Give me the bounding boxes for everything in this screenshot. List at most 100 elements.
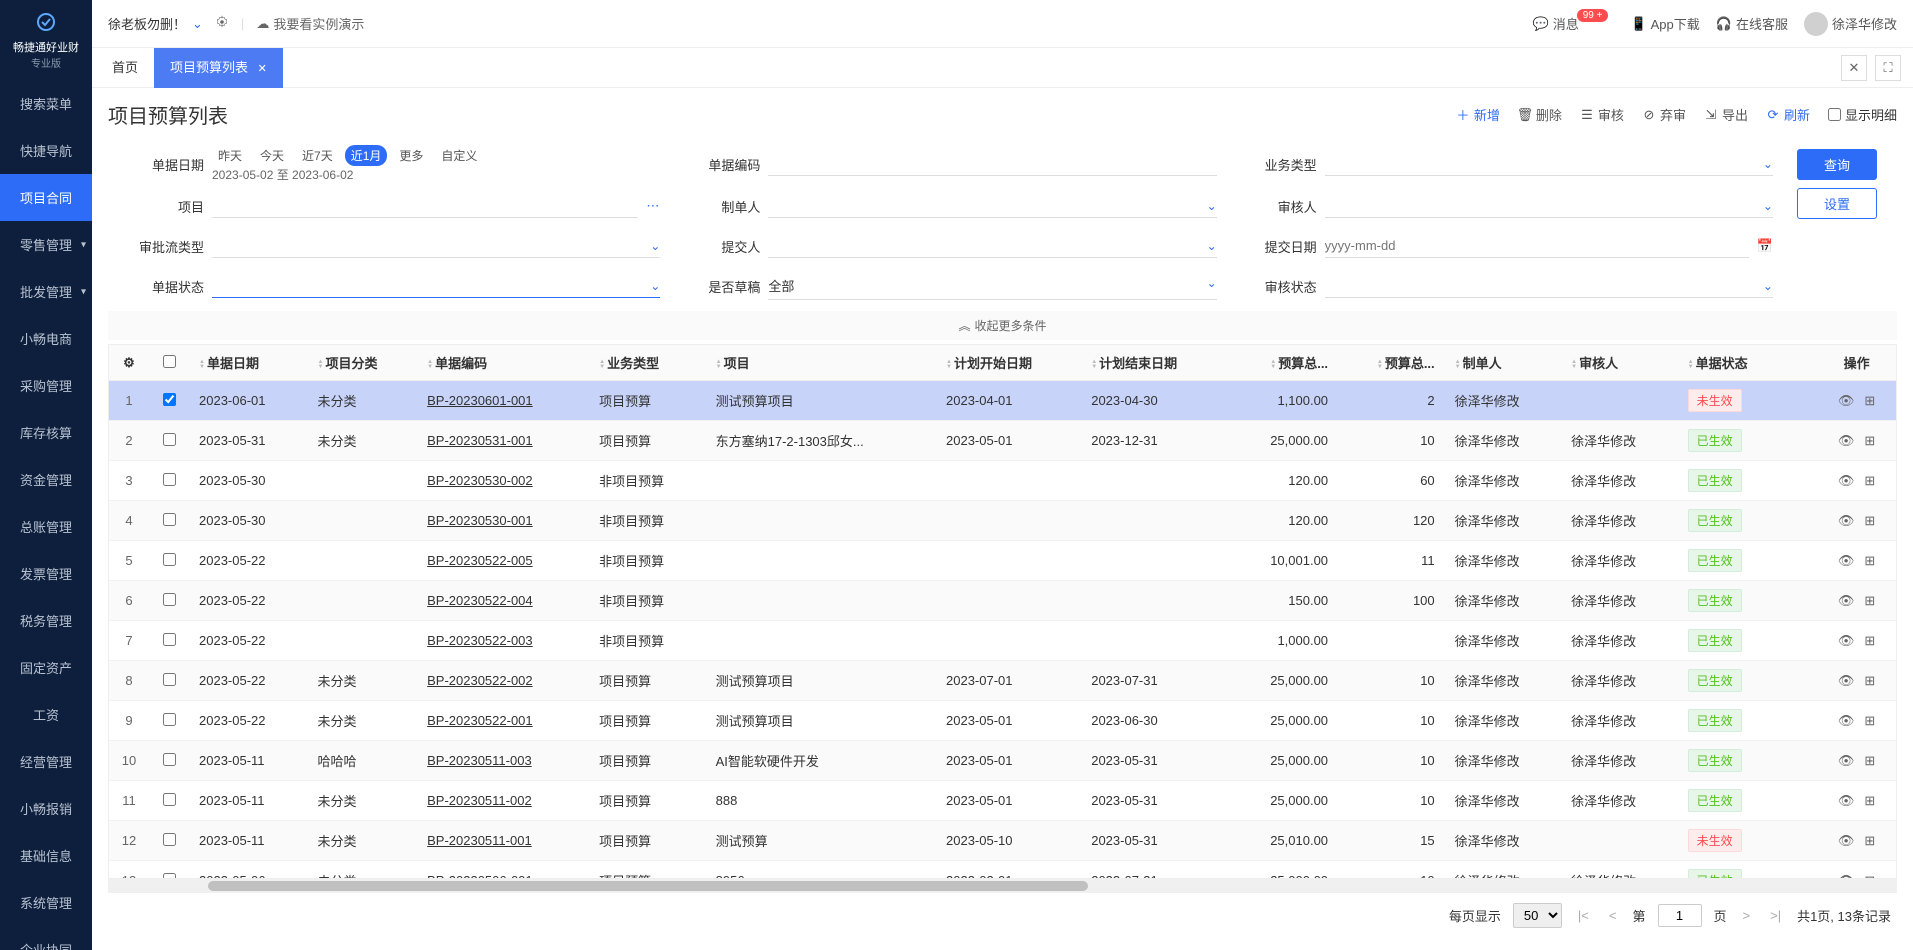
sidebar-item-5[interactable]: 库存核算 [0, 409, 92, 456]
date-chip-0[interactable]: 昨天 [212, 145, 248, 166]
fullscreen-icon[interactable]: ⛶ [1875, 55, 1901, 81]
col-header-8[interactable]: ▲▼预算总... [1338, 345, 1445, 381]
sidebar-item-16[interactable]: 企业协同 [0, 926, 92, 950]
table-row[interactable]: 92023-05-22未分类BP-20230522-001项目预算测试预算项目2… [109, 701, 1896, 741]
view-icon[interactable]: 👁 [1838, 793, 1855, 809]
sidebar-item-7[interactable]: 总账管理 [0, 503, 92, 550]
sidebar-item-0[interactable]: 项目合同 [0, 174, 92, 221]
first-page-icon[interactable]: |< [1574, 908, 1593, 923]
biztype-select[interactable]: ⌄ [1325, 153, 1773, 176]
col-header-6[interactable]: ▲▼计划结束日期 [1081, 345, 1226, 381]
next-page-icon[interactable]: > [1739, 908, 1755, 923]
table-row[interactable]: 12023-06-01未分类BP-20230601-001项目预算测试预算项目2… [109, 381, 1896, 421]
user-menu[interactable]: 徐泽华修改 [1804, 12, 1897, 36]
table-row[interactable]: 22023-05-31未分类BP-20230531-001项目预算东方塞纳17-… [109, 421, 1896, 461]
view-icon[interactable]: 👁 [1838, 673, 1855, 689]
doc-code-link[interactable]: BP-20230511-002 [427, 793, 532, 808]
messages-button[interactable]: 💬 消息 99 + [1533, 14, 1615, 33]
table-row[interactable]: 52023-05-22BP-20230522-005非项目预算10,001.00… [109, 541, 1896, 581]
add-button[interactable]: ＋新增 [1456, 105, 1500, 124]
doc-code-link[interactable]: BP-20230522-001 [427, 713, 533, 728]
col-header-1[interactable]: ▲▼项目分类 [308, 345, 418, 381]
date-chip-3[interactable]: 近1月 [345, 145, 388, 166]
refresh-button[interactable]: ⟳刷新 [1766, 105, 1810, 124]
view-icon[interactable]: 👁 [1838, 473, 1855, 489]
docno-input[interactable] [768, 152, 1216, 176]
doc-code-link[interactable]: BP-20230601-001 [427, 393, 533, 408]
row-checkbox[interactable] [163, 833, 176, 846]
gear-icon[interactable] [215, 15, 229, 32]
col-header-3[interactable]: ▲▼业务类型 [589, 345, 706, 381]
sidebar-item-1[interactable]: 零售管理▾ [0, 221, 92, 268]
view-icon[interactable]: 👁 [1838, 833, 1855, 849]
calendar-icon[interactable]: 📅 [1757, 238, 1773, 254]
table-row[interactable]: 82023-05-22未分类BP-20230522-002项目预算测试预算项目2… [109, 661, 1896, 701]
table-row[interactable]: 42023-05-30BP-20230530-001非项目预算120.00120… [109, 501, 1896, 541]
sidebar-item-14[interactable]: 基础信息 [0, 832, 92, 879]
row-checkbox[interactable] [163, 593, 176, 606]
docstatus-select[interactable]: ⌄ [212, 275, 660, 298]
sidebar-item-4[interactable]: 采购管理 [0, 362, 92, 409]
support-button[interactable]: 🎧 在线客服 [1716, 14, 1788, 33]
row-checkbox[interactable] [163, 793, 176, 806]
more-icon[interactable]: ⊞ [1864, 633, 1875, 649]
sidebar-item-13[interactable]: 小畅报销 [0, 785, 92, 832]
sidebar-item-11[interactable]: 工资 [0, 691, 92, 738]
search-button[interactable]: 查询 [1797, 149, 1877, 180]
col-header-10[interactable]: ▲▼审核人 [1561, 345, 1678, 381]
table-row[interactable]: 112023-05-11未分类BP-20230511-002项目预算888202… [109, 781, 1896, 821]
date-chip-1[interactable]: 今天 [254, 145, 290, 166]
more-icon[interactable]: ⊞ [1864, 393, 1875, 409]
horizontal-scrollbar[interactable] [108, 879, 1897, 893]
doc-code-link[interactable]: BP-20230531-001 [427, 433, 533, 448]
approver-select[interactable]: ⌄ [1325, 195, 1773, 218]
sidebar-item-6[interactable]: 资金管理 [0, 456, 92, 503]
doc-code-link[interactable]: BP-20230522-005 [427, 553, 533, 568]
date-chip-5[interactable]: 自定义 [435, 145, 483, 166]
more-icon[interactable]: ⊞ [1864, 553, 1875, 569]
row-checkbox[interactable] [163, 713, 176, 726]
date-chip-2[interactable]: 近7天 [296, 145, 339, 166]
date-chip-4[interactable]: 更多 [393, 145, 429, 166]
settings-button[interactable]: 设置 [1797, 188, 1877, 219]
col-header-7[interactable]: ▲▼预算总... [1226, 345, 1338, 381]
table-row[interactable]: 72023-05-22BP-20230522-003非项目预算1,000.00徐… [109, 621, 1896, 661]
row-checkbox[interactable] [163, 473, 176, 486]
more-icon[interactable]: ⊞ [1864, 833, 1875, 849]
row-checkbox[interactable] [163, 673, 176, 686]
more-icon[interactable]: ⊞ [1864, 593, 1875, 609]
org-selector[interactable]: 徐老板勿删！ ⌄ [108, 14, 203, 33]
sidebar-item-9[interactable]: 税务管理 [0, 597, 92, 644]
more-icon[interactable]: ⊞ [1864, 713, 1875, 729]
project-input[interactable] [212, 194, 638, 218]
more-icon[interactable]: ⊞ [1864, 753, 1875, 769]
approve-button[interactable]: ☰审核 [1580, 105, 1624, 124]
submitter-select[interactable]: ⌄ [768, 235, 1216, 258]
sidebar-quicknav[interactable]: 快捷导航 [0, 127, 92, 174]
view-icon[interactable]: 👁 [1838, 433, 1855, 449]
view-icon[interactable]: 👁 [1838, 633, 1855, 649]
more-icon[interactable]: ⊞ [1864, 473, 1875, 489]
abandon-button[interactable]: ⊘弃审 [1642, 105, 1686, 124]
view-icon[interactable]: 👁 [1838, 713, 1855, 729]
show-detail-toggle[interactable]: 显示明细 [1828, 105, 1897, 124]
doc-code-link[interactable]: BP-20230522-003 [427, 633, 533, 648]
row-checkbox[interactable] [163, 433, 176, 446]
tab-home[interactable]: 首页 [96, 48, 154, 88]
view-icon[interactable]: 👁 [1838, 753, 1855, 769]
doc-code-link[interactable]: BP-20230530-001 [427, 513, 533, 528]
column-settings-icon[interactable]: ⚙ [109, 345, 149, 381]
last-page-icon[interactable]: >| [1766, 908, 1785, 923]
more-icon[interactable]: ⊞ [1864, 433, 1875, 449]
page-size-select[interactable]: 50 [1513, 903, 1562, 928]
table-row[interactable]: 62023-05-22BP-20230522-004非项目预算150.00100… [109, 581, 1896, 621]
doc-code-link[interactable]: BP-20230522-004 [427, 593, 533, 608]
row-checkbox[interactable] [163, 393, 176, 406]
sidebar-item-8[interactable]: 发票管理 [0, 550, 92, 597]
col-header-0[interactable]: ▲▼单据日期 [189, 345, 308, 381]
doc-code-link[interactable]: BP-20230511-001 [427, 833, 532, 848]
download-button[interactable]: 📱 App下载 [1630, 14, 1699, 33]
demo-link[interactable]: ☁ 我要看实例演示 [256, 14, 364, 33]
select-all-checkbox[interactable] [149, 345, 189, 381]
page-number-input[interactable] [1658, 904, 1702, 927]
